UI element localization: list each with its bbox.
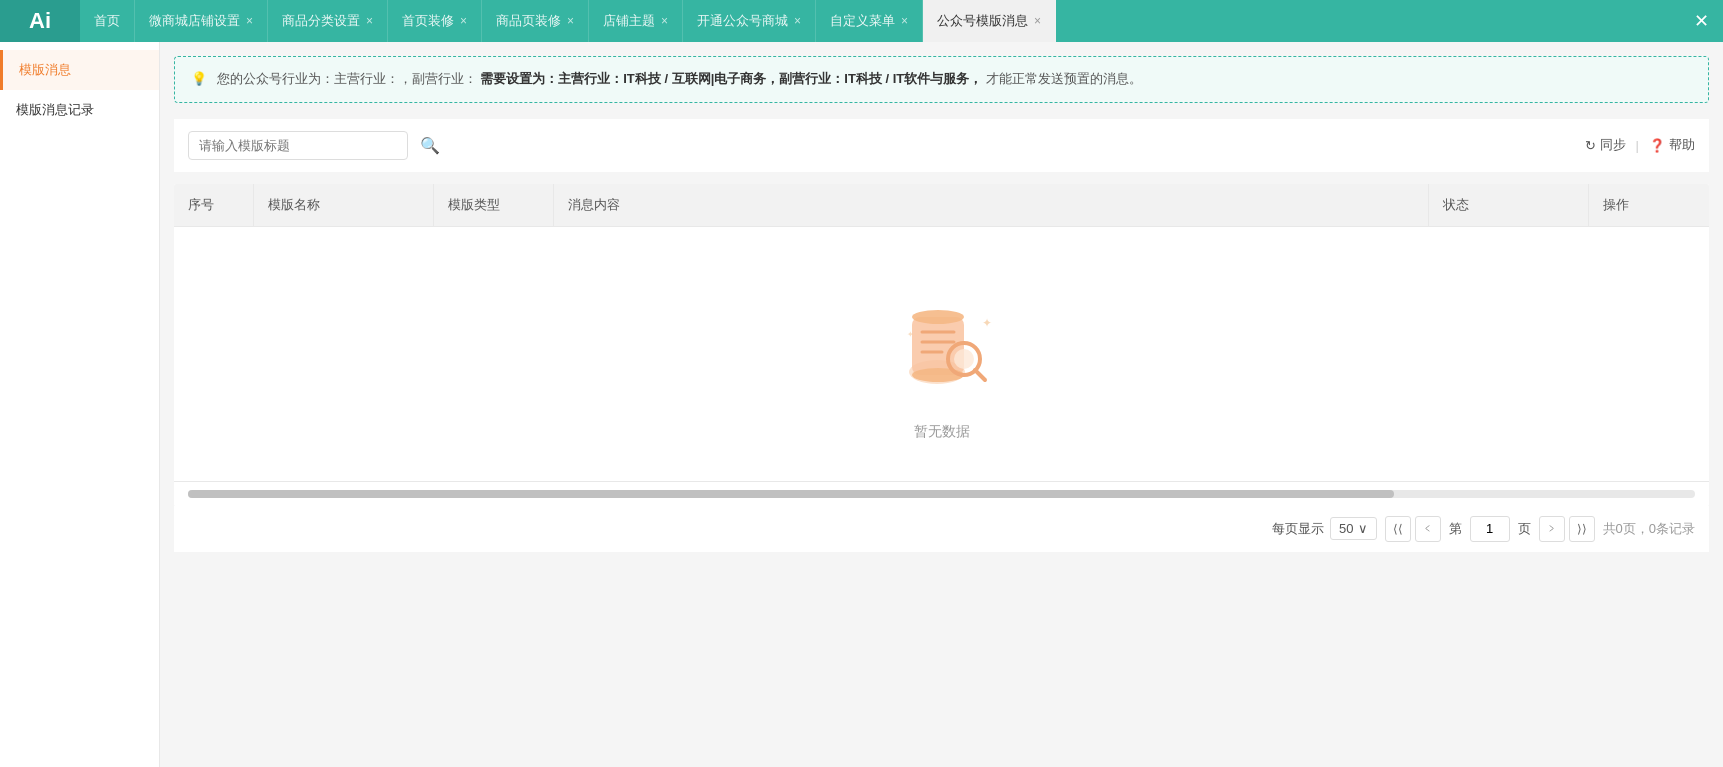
close-tab-custom-menu-button[interactable]: × [901, 14, 908, 28]
notice-highlight: 需要设置为：主营行业：IT科技 / 互联网|电子商务，副营行业：IT科技 / I… [480, 71, 982, 86]
top-navigation: Ai 首页微商城店铺设置×商品分类设置×首页装修×商品页装修×店铺主题×开通公众… [0, 0, 1723, 42]
help-label: 帮助 [1669, 136, 1695, 154]
nav-tab-label: 店铺主题 [603, 12, 655, 30]
scrollbar-track[interactable] [188, 490, 1695, 498]
logo: Ai [0, 0, 80, 42]
close-all-tabs-button[interactable]: ✕ [1680, 0, 1723, 42]
nav-tabs: 首页微商城店铺设置×商品分类设置×首页装修×商品页装修×店铺主题×开通公众号商城… [80, 0, 1680, 42]
svg-text:✦: ✦ [907, 330, 914, 339]
close-tab-category-settings-button[interactable]: × [366, 14, 373, 28]
close-tab-product-decoration-button[interactable]: × [567, 14, 574, 28]
page-input[interactable] [1470, 516, 1510, 542]
svg-point-5 [912, 310, 964, 324]
page-size-label: 每页显示 [1272, 520, 1324, 538]
page-size-dropdown[interactable]: 50 ∨ [1330, 517, 1376, 540]
sidebar: 模版消息模版消息记录 [0, 42, 160, 767]
table-header: 序号模版名称模版类型消息内容状态操作 [174, 184, 1709, 227]
chevron-down-icon: ∨ [1358, 521, 1368, 536]
scrollbar-area [174, 481, 1709, 506]
nav-tab-label: 首页装修 [402, 12, 454, 30]
divider: | [1636, 138, 1639, 153]
empty-state: ✦ ✦ 暂无数据 [174, 227, 1709, 481]
nav-tab-label: 公众号模版消息 [937, 12, 1028, 30]
content-area: 💡 您的公众号行业为：主营行业：，副营行业： 需要设置为：主营行业：IT科技 /… [160, 42, 1723, 767]
table-column-模版类型: 模版类型 [434, 184, 554, 226]
close-tab-home-decoration-button[interactable]: × [460, 14, 467, 28]
sync-label: 同步 [1600, 136, 1626, 154]
help-icon: ❓ [1649, 138, 1665, 153]
nav-tab-home[interactable]: 首页 [80, 0, 135, 42]
nav-tab-shop-settings[interactable]: 微商城店铺设置 × [135, 0, 268, 42]
nav-tab-template-msg[interactable]: 公众号模版消息 × [923, 0, 1056, 42]
nav-tab-label: 微商城店铺设置 [149, 12, 240, 30]
nav-tab-label: 商品页装修 [496, 12, 561, 30]
notice-icon: 💡 [191, 71, 207, 86]
search-button[interactable]: 🔍 [416, 132, 444, 159]
page-size-value: 50 [1339, 521, 1353, 536]
page-unit: 页 [1518, 520, 1531, 538]
nav-tab-label: 首页 [94, 12, 120, 30]
industry-notice: 💡 您的公众号行业为：主营行业：，副营行业： 需要设置为：主营行业：IT科技 /… [174, 56, 1709, 103]
notice-suffix: 才能正常发送预置的消息。 [986, 71, 1142, 86]
sidebar-item-template-msg[interactable]: 模版消息 [0, 50, 159, 90]
empty-icon: ✦ ✦ [882, 287, 1002, 407]
main-layout: 模版消息模版消息记录 💡 您的公众号行业为：主营行业：，副营行业： 需要设置为：… [0, 42, 1723, 767]
nav-tab-product-decoration[interactable]: 商品页装修 × [482, 0, 589, 42]
close-tab-template-msg-button[interactable]: × [1034, 14, 1041, 28]
next-page-button[interactable]: ﹥ [1539, 516, 1565, 542]
nav-tab-open-mall[interactable]: 开通公众号商城 × [683, 0, 816, 42]
search-input[interactable] [188, 131, 408, 160]
svg-text:✦: ✦ [982, 316, 992, 330]
svg-line-9 [975, 370, 985, 380]
first-page-button[interactable]: ⟨⟨ [1385, 516, 1411, 542]
page-navigation: ⟨⟨ ﹤ 第 页 ﹥ ⟩⟩ [1385, 516, 1595, 542]
table-column-操作: 操作 [1589, 184, 1709, 226]
notice-prefix: 您的公众号行业为：主营行业：，副营行业： [217, 71, 477, 86]
search-right: ↻ 同步 | ❓ 帮助 [1585, 136, 1695, 154]
data-table: 序号模版名称模版类型消息内容状态操作 [174, 184, 1709, 506]
nav-tab-label: 开通公众号商城 [697, 12, 788, 30]
nav-tab-home-decoration[interactable]: 首页装修 × [388, 0, 482, 42]
svg-point-8 [954, 349, 974, 369]
table-column-消息内容: 消息内容 [554, 184, 1429, 226]
last-page-button[interactable]: ⟩⟩ [1569, 516, 1595, 542]
prev-page-button[interactable]: ﹤ [1415, 516, 1441, 542]
table-column-状态: 状态 [1429, 184, 1589, 226]
nav-tab-label: 商品分类设置 [282, 12, 360, 30]
sync-icon: ↻ [1585, 138, 1596, 153]
page-size-selector: 每页显示 50 ∨ [1272, 517, 1376, 540]
close-tab-shop-settings-button[interactable]: × [246, 14, 253, 28]
table-column-模版名称: 模版名称 [254, 184, 434, 226]
page-go-label: 第 [1449, 520, 1462, 538]
nav-tab-custom-menu[interactable]: 自定义菜单 × [816, 0, 923, 42]
sidebar-item-template-msg-record[interactable]: 模版消息记录 [0, 90, 159, 130]
sync-button[interactable]: ↻ 同步 [1585, 136, 1626, 154]
total-info: 共0页，0条记录 [1603, 520, 1695, 538]
close-tab-shop-theme-button[interactable]: × [661, 14, 668, 28]
help-button[interactable]: ❓ 帮助 [1649, 136, 1695, 154]
close-tab-open-mall-button[interactable]: × [794, 14, 801, 28]
nav-tab-label: 自定义菜单 [830, 12, 895, 30]
search-bar: 🔍 ↻ 同步 | ❓ 帮助 [174, 119, 1709, 172]
nav-tab-category-settings[interactable]: 商品分类设置 × [268, 0, 388, 42]
nav-tab-shop-theme[interactable]: 店铺主题 × [589, 0, 683, 42]
table-column-序号: 序号 [174, 184, 254, 226]
pagination: 每页显示 50 ∨ ⟨⟨ ﹤ 第 页 ﹥ ⟩⟩ 共0页，0条记录 [174, 506, 1709, 552]
empty-text: 暂无数据 [914, 423, 970, 441]
scrollbar-thumb [188, 490, 1394, 498]
search-left: 🔍 [188, 131, 444, 160]
